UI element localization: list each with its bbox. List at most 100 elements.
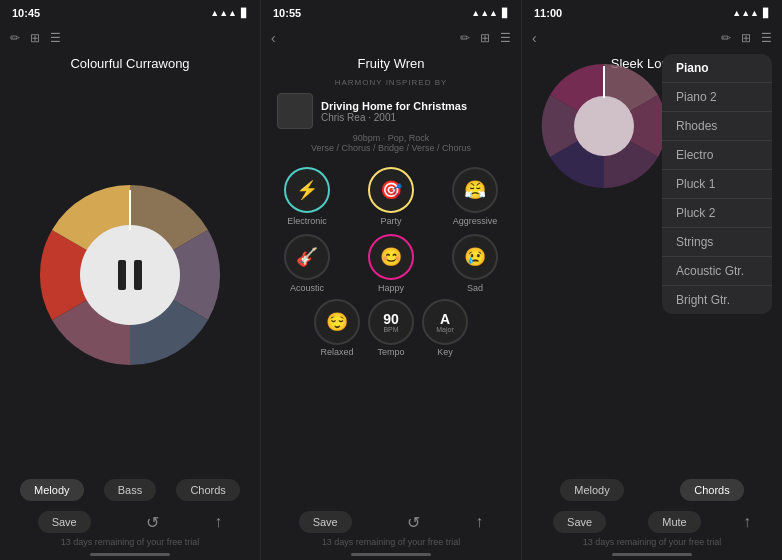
instrument-piano2[interactable]: Piano 2 — [662, 83, 772, 112]
tempo-unit: BPM — [383, 326, 398, 333]
save-button-2[interactable]: Save — [299, 511, 352, 533]
key-value: A — [440, 312, 450, 326]
mood-circle-acoustic[interactable]: 🎸 — [284, 234, 330, 280]
share-icon-1[interactable]: ↑ — [214, 513, 222, 531]
mood-grid: ⚡ Electronic 🎯 Party 😤 Aggressive 🎸 — [261, 167, 521, 293]
song-title: Driving Home for Christmas — [321, 100, 505, 112]
status-icons-1: ▲▲▲ ▊ — [210, 8, 248, 18]
tempo-key-row: 😌 Relaxed 90 BPM Tempo A Major Key — [261, 299, 521, 357]
relaxed-circle[interactable]: 😌 — [314, 299, 360, 345]
trial-text-2: 13 days remaining of your free trial — [261, 535, 521, 551]
wifi-icon-2: ▲▲▲ — [471, 8, 498, 18]
time-1: 10:45 — [12, 7, 40, 19]
instrument-strings[interactable]: Strings — [662, 228, 772, 257]
svg-point-0 — [574, 96, 634, 156]
save-button-1[interactable]: Save — [38, 511, 91, 533]
mood-circle-aggressive[interactable]: 😤 — [452, 167, 498, 213]
bottom-actions-1: Save ↺ ↑ — [0, 507, 260, 535]
song-meta: 90bpm · Pop, Rock Verse / Chorus / Bridg… — [277, 133, 505, 153]
status-bar-3: 11:00 ▲▲▲ ▊ — [522, 0, 782, 22]
mood-label-aggressive: Aggressive — [453, 216, 498, 226]
mood-label-acoustic: Acoustic — [290, 283, 324, 293]
instrument-acoustic-gtr[interactable]: Acoustic Gtr. — [662, 257, 772, 286]
screen-title-1: Colourful Currawong — [70, 56, 189, 71]
home-indicator-2 — [351, 553, 431, 556]
time-3: 11:00 — [534, 7, 562, 19]
trial-text-1: 13 days remaining of your free trial — [0, 535, 260, 551]
mood-label-happy: Happy — [378, 283, 404, 293]
bass-tab-1[interactable]: Bass — [104, 479, 156, 501]
party-icon: 🎯 — [380, 179, 402, 201]
relaxed-label: Relaxed — [320, 347, 353, 357]
melody-tab-3[interactable]: Melody — [560, 479, 623, 501]
back-icon-2[interactable]: ‹ — [271, 30, 276, 46]
acoustic-icon: 🎸 — [296, 246, 318, 268]
instrument-pluck1[interactable]: Pluck 1 — [662, 170, 772, 199]
reset-icon-1[interactable]: ↺ — [146, 513, 159, 532]
pen-icon-2[interactable]: ✏ — [460, 31, 470, 45]
mood-circle-happy[interactable]: 😊 — [368, 234, 414, 280]
mute-button-3[interactable]: Mute — [648, 511, 700, 533]
mood-electronic: ⚡ Electronic — [269, 167, 345, 226]
menu-icon-2[interactable]: ☰ — [500, 31, 511, 45]
melody-tab-1[interactable]: Melody — [20, 479, 83, 501]
status-icons-3: ▲▲▲ ▊ — [732, 8, 770, 18]
share-icon-3[interactable]: ↑ — [743, 513, 751, 531]
screen-title-2: Fruity Wren — [358, 56, 425, 71]
key-circle[interactable]: A Major — [422, 299, 468, 345]
grid-icon-2[interactable]: ⊞ — [480, 31, 490, 45]
lightning-icon: ⚡ — [296, 179, 318, 201]
grid-icon-3[interactable]: ⊞ — [741, 31, 751, 45]
back-icon-3[interactable]: ‹ — [532, 30, 537, 46]
song-artist: Chris Rea · 2001 — [321, 112, 505, 123]
header-1: ✏ ⊞ ☰ — [0, 22, 260, 54]
screen-2: 10:55 ▲▲▲ ▊ ‹ ✏ ⊞ ☰ Fruity Wren HARMONY … — [261, 0, 522, 560]
menu-icon-3[interactable]: ☰ — [761, 31, 772, 45]
grid-icon-1[interactable]: ⊞ — [30, 31, 40, 45]
pen-icon-3[interactable]: ✏ — [721, 31, 731, 45]
chords-tab-3[interactable]: Chords — [680, 479, 743, 501]
tempo-value: 90 — [383, 312, 399, 326]
wifi-icon-1: ▲▲▲ — [210, 8, 237, 18]
status-icons-2: ▲▲▲ ▊ — [471, 8, 509, 18]
home-indicator-1 — [90, 553, 170, 556]
share-icon-2[interactable]: ↑ — [475, 513, 483, 531]
chords-tab-1[interactable]: Chords — [176, 479, 239, 501]
mood-circle-electronic[interactable]: ⚡ — [284, 167, 330, 213]
bottom-actions-2: Save ↺ ↑ — [261, 507, 521, 535]
tempo-circle[interactable]: 90 BPM — [368, 299, 414, 345]
pause-left — [118, 260, 126, 290]
instrument-rhodes[interactable]: Rhodes — [662, 112, 772, 141]
reset-icon-2[interactable]: ↺ — [407, 513, 420, 532]
mood-label-party: Party — [380, 216, 401, 226]
instrument-piano[interactable]: Piano — [662, 54, 772, 83]
menu-icon-1[interactable]: ☰ — [50, 31, 61, 45]
status-bar-1: 10:45 ▲▲▲ ▊ — [0, 0, 260, 22]
instrument-electro[interactable]: Electro — [662, 141, 772, 170]
instrument-bright-gtr[interactable]: Bright Gtr. — [662, 286, 772, 314]
status-bar-2: 10:55 ▲▲▲ ▊ — [261, 0, 521, 22]
battery-icon-2: ▊ — [502, 8, 509, 18]
tempo-label: Tempo — [377, 347, 404, 357]
trial-text-3: 13 days remaining of your free trial — [522, 535, 782, 551]
key-label: Key — [437, 347, 453, 357]
save-button-3[interactable]: Save — [553, 511, 606, 533]
s3-wheel-svg — [532, 54, 677, 199]
wheel-svg-1 — [20, 165, 240, 385]
wheel-container-1 — [0, 76, 260, 473]
instrument-dropdown: Piano Piano 2 Rhodes Electro Pluck 1 Plu… — [662, 54, 772, 314]
pen-icon-1[interactable]: ✏ — [10, 31, 20, 45]
header-3: ‹ ✏ ⊞ ☰ — [522, 22, 782, 54]
header-right-icons-3: ✏ ⊞ ☰ — [721, 31, 772, 45]
song-thumbnail — [277, 93, 313, 129]
aggressive-icon: 😤 — [464, 179, 486, 201]
relaxed-item: 😌 Relaxed — [314, 299, 360, 357]
mood-label-sad: Sad — [467, 283, 483, 293]
header-left-icons-1: ✏ ⊞ ☰ — [10, 31, 61, 45]
bottom-actions-3: Save Mute ↑ — [522, 507, 782, 535]
mood-circle-party[interactable]: 🎯 — [368, 167, 414, 213]
header-right-icons-2: ✏ ⊞ ☰ — [460, 31, 511, 45]
instrument-pluck2[interactable]: Pluck 2 — [662, 199, 772, 228]
mood-acoustic: 🎸 Acoustic — [269, 234, 345, 293]
mood-circle-sad[interactable]: 😢 — [452, 234, 498, 280]
